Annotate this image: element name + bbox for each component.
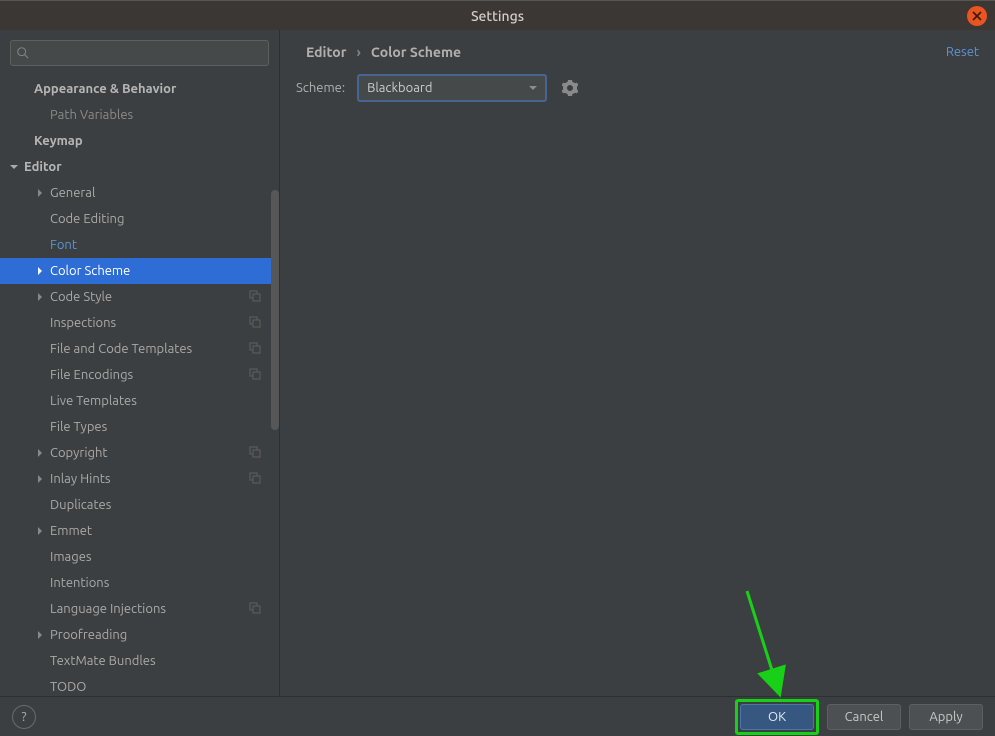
search-input[interactable] xyxy=(10,40,269,66)
tree-live-templates[interactable]: Live Templates xyxy=(0,388,279,414)
breadcrumb: Editor › Color Scheme xyxy=(296,44,461,60)
tree-label: Duplicates xyxy=(50,498,279,512)
tree-todo[interactable]: TODO xyxy=(0,674,279,696)
tree-language-injections[interactable]: Language Injections xyxy=(0,596,279,622)
help-icon: ? xyxy=(21,710,26,724)
scope-icon xyxy=(249,290,261,305)
tree-copyright[interactable]: Copyright xyxy=(0,440,279,466)
tree-editor[interactable]: Editor xyxy=(0,154,279,180)
tree-intentions[interactable]: Intentions xyxy=(0,570,279,596)
close-icon xyxy=(972,11,982,21)
chevron-right-icon xyxy=(34,293,46,301)
tree-inspections[interactable]: Inspections xyxy=(0,310,279,336)
tree-label: TODO xyxy=(50,680,279,694)
tree-font[interactable]: Font xyxy=(0,232,279,258)
scope-icon xyxy=(249,368,261,383)
tree-color-scheme[interactable]: Color Scheme xyxy=(0,258,279,284)
tree-scrollbar[interactable] xyxy=(271,190,279,430)
tree-label: File and Code Templates xyxy=(50,342,279,356)
scope-icon xyxy=(249,446,261,461)
tree-label: Language Injections xyxy=(50,602,279,616)
scheme-label: Scheme: xyxy=(296,81,345,95)
search-icon xyxy=(16,46,30,60)
cancel-label: Cancel xyxy=(845,710,884,724)
apply-label: Apply xyxy=(929,710,962,724)
tree-code-editing[interactable]: Code Editing xyxy=(0,206,279,232)
tree-label: Path Variables xyxy=(50,108,279,122)
reset-link[interactable]: Reset xyxy=(946,45,979,59)
help-button[interactable]: ? xyxy=(12,705,36,729)
tree-proofreading[interactable]: Proofreading xyxy=(0,622,279,648)
apply-button[interactable]: Apply xyxy=(909,704,983,730)
tree-label: File Types xyxy=(50,420,279,434)
scope-icon xyxy=(249,472,261,487)
ok-label: OK xyxy=(768,710,786,724)
tree-code-style[interactable]: Code Style xyxy=(0,284,279,310)
tree-label: Appearance & Behavior xyxy=(34,82,279,96)
scheme-row: Scheme: Blackboard xyxy=(296,74,979,102)
ok-highlight: OK xyxy=(735,699,819,735)
sidebar: Appearance & Behavior Path Variables Key… xyxy=(0,30,280,696)
tree-label: Inlay Hints xyxy=(50,472,279,486)
tree-label: Keymap xyxy=(34,134,279,148)
tree-label: Font xyxy=(50,238,279,252)
tree-label: File Encodings xyxy=(50,368,279,382)
breadcrumb-current: Color Scheme xyxy=(371,44,461,60)
scheme-selected-value: Blackboard xyxy=(367,81,432,95)
tree-label: Images xyxy=(50,550,279,564)
tree-label: General xyxy=(50,186,279,200)
search-wrap xyxy=(0,30,279,76)
breadcrumb-separator: › xyxy=(356,44,360,60)
tree-file-types[interactable]: File Types xyxy=(0,414,279,440)
tree-file-code-templates[interactable]: File and Code Templates xyxy=(0,336,279,362)
tree-images[interactable]: Images xyxy=(0,544,279,570)
tree-path-variables[interactable]: Path Variables xyxy=(0,102,279,128)
chevron-down-icon xyxy=(529,84,537,92)
content-panel: Editor › Color Scheme Reset Scheme: Blac… xyxy=(280,30,995,696)
tree-label: Copyright xyxy=(50,446,279,460)
chevron-right-icon xyxy=(34,189,46,197)
tree-label: Color Scheme xyxy=(50,264,279,278)
search-box xyxy=(10,40,269,66)
tree-inlay-hints[interactable]: Inlay Hints xyxy=(0,466,279,492)
tree-label: Code Editing xyxy=(50,212,279,226)
scheme-dropdown[interactable]: Blackboard xyxy=(357,74,547,102)
window-title: Settings xyxy=(471,8,524,24)
gear-icon xyxy=(562,80,578,96)
scope-icon xyxy=(249,602,261,617)
cancel-button[interactable]: Cancel xyxy=(827,704,901,730)
chevron-down-icon xyxy=(8,163,20,171)
tree-general[interactable]: General xyxy=(0,180,279,206)
settings-tree[interactable]: Appearance & Behavior Path Variables Key… xyxy=(0,76,279,696)
scope-icon xyxy=(249,316,261,331)
ok-button[interactable]: OK xyxy=(740,704,814,730)
tree-label: Editor xyxy=(24,160,279,174)
chevron-right-icon xyxy=(34,449,46,457)
tree-duplicates[interactable]: Duplicates xyxy=(0,492,279,518)
breadcrumb-parent[interactable]: Editor xyxy=(306,44,346,60)
tree-label: Intentions xyxy=(50,576,279,590)
tree-label: Emmet xyxy=(50,524,279,538)
tree-textmate-bundles[interactable]: TextMate Bundles xyxy=(0,648,279,674)
main-area: Appearance & Behavior Path Variables Key… xyxy=(0,30,995,696)
tree-emmet[interactable]: Emmet xyxy=(0,518,279,544)
titlebar: Settings xyxy=(0,0,995,30)
tree-label: Live Templates xyxy=(50,394,279,408)
chevron-right-icon xyxy=(34,475,46,483)
chevron-right-icon xyxy=(34,267,46,275)
chevron-right-icon xyxy=(34,527,46,535)
scope-icon xyxy=(249,342,261,357)
tree-file-encodings[interactable]: File Encodings xyxy=(0,362,279,388)
tree-label: Proofreading xyxy=(50,628,279,642)
chevron-right-icon xyxy=(34,631,46,639)
breadcrumb-row: Editor › Color Scheme Reset xyxy=(296,44,979,60)
window-close-button[interactable] xyxy=(967,6,987,26)
tree-label: Inspections xyxy=(50,316,279,330)
tree-label: Code Style xyxy=(50,290,279,304)
scheme-settings-button[interactable] xyxy=(559,77,581,99)
tree-keymap[interactable]: Keymap xyxy=(0,128,279,154)
dialog-footer: ? OK Cancel Apply xyxy=(0,696,995,736)
tree-appearance-behavior[interactable]: Appearance & Behavior xyxy=(0,76,279,102)
tree-label: TextMate Bundles xyxy=(50,654,279,668)
